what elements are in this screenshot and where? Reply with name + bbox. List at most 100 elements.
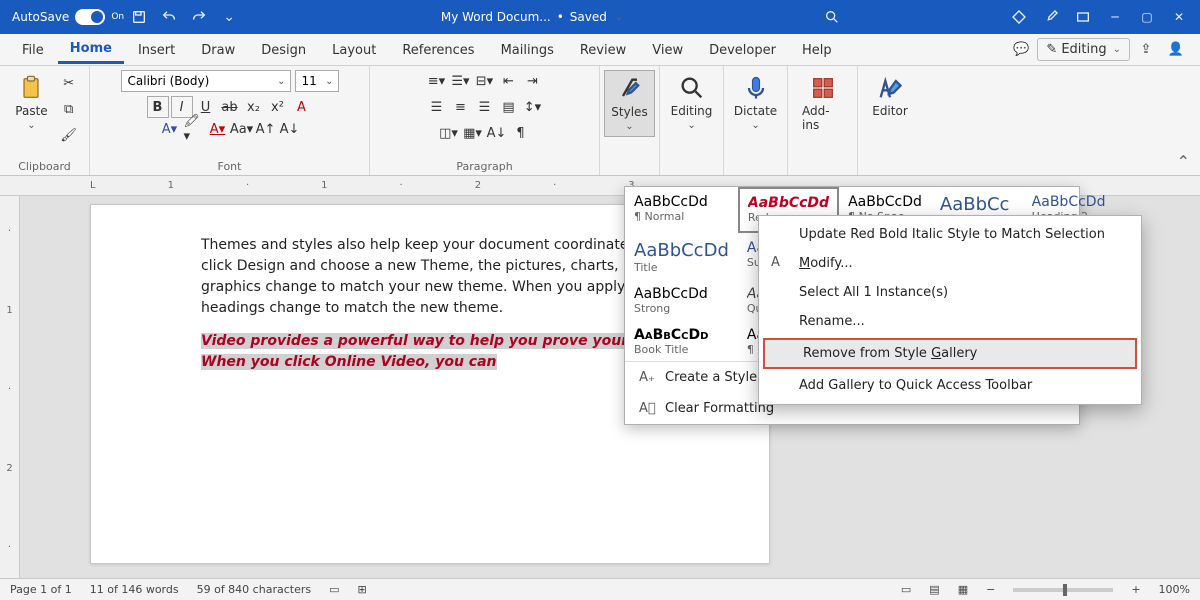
account-icon[interactable]: 👤 xyxy=(1162,38,1190,62)
undo-icon[interactable] xyxy=(154,2,184,32)
status-bar: Page 1 of 1 11 of 146 words 59 of 840 ch… xyxy=(0,578,1200,600)
highlight-button[interactable]: 🖍▾ xyxy=(183,118,205,140)
align-right-button[interactable]: ☰ xyxy=(474,96,496,118)
ribbon: Paste ✂ ⧉ 🖌 Clipboard Calibri (Body) 11 … xyxy=(0,66,1200,176)
collapse-ribbon-icon[interactable]: ⌃ xyxy=(1167,148,1200,175)
minimize-button[interactable]: ─ xyxy=(1100,2,1130,32)
addins-button[interactable]: Add-ins xyxy=(796,70,849,136)
cut-icon[interactable]: ✂ xyxy=(58,72,80,94)
search-icon[interactable] xyxy=(820,2,844,32)
tab-review[interactable]: Review xyxy=(568,37,638,63)
font-color2-button[interactable]: A▾ xyxy=(207,118,229,140)
status-words[interactable]: 11 of 146 words xyxy=(90,583,179,596)
format-painter-icon[interactable]: 🖌 xyxy=(58,124,80,146)
group-paragraph: ≡▾ ☰▾ ⊟▾ ⇤ ⇥ ☰ ≡ ☰ ▤ ↕▾ ◫▾ ▦▾ A↓ ¶ Parag… xyxy=(370,66,600,175)
zoom-level[interactable]: 100% xyxy=(1159,583,1190,596)
change-case-button[interactable]: Aa▾ xyxy=(231,118,253,140)
tab-mailings[interactable]: Mailings xyxy=(489,37,566,63)
style-gallery-item[interactable]: AaBbCcDd¶ Normal xyxy=(625,187,738,233)
tab-design[interactable]: Design xyxy=(249,37,318,63)
style-context-menu[interactable]: Update Red Bold Italic Style to Match Se… xyxy=(758,215,1142,405)
style-gallery-item[interactable]: AaBbCcDdBook Title xyxy=(625,320,738,361)
shrink-font-button[interactable]: A↓ xyxy=(279,118,301,140)
styles-button[interactable]: Styles xyxy=(604,70,654,137)
line-spacing-button[interactable]: ↕▾ xyxy=(522,96,544,118)
font-color-button[interactable]: A▾ xyxy=(159,118,181,140)
status-chars[interactable]: 59 of 840 characters xyxy=(197,583,312,596)
comments-icon[interactable]: 💬 xyxy=(1007,38,1035,62)
diamond-icon[interactable] xyxy=(1004,2,1034,32)
editor-button[interactable]: Editor xyxy=(866,70,914,122)
brush-icon[interactable] xyxy=(1036,2,1066,32)
show-marks-button[interactable]: ¶ xyxy=(510,122,532,144)
group-editor: Editor xyxy=(858,66,922,175)
font-name-combo[interactable]: Calibri (Body) xyxy=(121,70,291,92)
qat-overflow-icon[interactable]: ⌄ xyxy=(214,2,244,32)
tab-references[interactable]: References xyxy=(390,37,486,63)
view-focus-icon[interactable]: ▭ xyxy=(901,583,911,596)
group-styles: Styles xyxy=(600,66,660,175)
tab-help[interactable]: Help xyxy=(790,37,844,63)
tab-file[interactable]: File xyxy=(10,37,56,63)
toggle-switch-icon[interactable] xyxy=(75,9,105,25)
bold-button[interactable]: B xyxy=(147,96,169,118)
align-center-button[interactable]: ≡ xyxy=(450,96,472,118)
align-left-button[interactable]: ☰ xyxy=(426,96,448,118)
decrease-indent-button[interactable]: ⇤ xyxy=(498,70,520,92)
style-gallery-item[interactable]: AaBbCcDdStrong xyxy=(625,279,738,320)
text-effects-icon[interactable]: A xyxy=(291,96,313,118)
editing-mode-button[interactable]: ✎ Editing ⌄ xyxy=(1037,38,1130,61)
document-title[interactable]: My Word Docum... • Saved ⌄ xyxy=(441,10,623,24)
font-size-combo[interactable]: 11 xyxy=(295,70,339,92)
zoom-out-button[interactable]: − xyxy=(986,583,995,596)
pencil-icon: ✎ xyxy=(1046,42,1057,57)
tab-insert[interactable]: Insert xyxy=(126,37,187,63)
borders-button[interactable]: ▦▾ xyxy=(462,122,484,144)
save-icon[interactable] xyxy=(124,2,154,32)
ribbon-tabs: File Home Insert Draw Design Layout Refe… xyxy=(0,34,1200,66)
increase-indent-button[interactable]: ⇥ xyxy=(522,70,544,92)
redo-icon[interactable] xyxy=(184,2,214,32)
close-button[interactable]: ✕ xyxy=(1164,2,1194,32)
menu-select-all[interactable]: Select All 1 Instance(s) xyxy=(759,278,1141,307)
subscript-button[interactable]: x₂ xyxy=(243,96,265,118)
menu-rename[interactable]: Rename... xyxy=(759,307,1141,336)
justify-button[interactable]: ▤ xyxy=(498,96,520,118)
multilevel-button[interactable]: ⊟▾ xyxy=(474,70,496,92)
bullets-button[interactable]: ≡▾ xyxy=(426,70,448,92)
tab-home[interactable]: Home xyxy=(58,35,124,64)
window-icon[interactable] xyxy=(1068,2,1098,32)
zoom-in-button[interactable]: + xyxy=(1131,583,1140,596)
maximize-button[interactable]: ▢ xyxy=(1132,2,1162,32)
copy-icon[interactable]: ⧉ xyxy=(58,98,80,120)
menu-update-style[interactable]: Update Red Bold Italic Style to Match Se… xyxy=(759,220,1141,249)
tab-draw[interactable]: Draw xyxy=(189,37,247,63)
menu-add-to-qat[interactable]: Add Gallery to Quick Access Toolbar xyxy=(759,371,1141,400)
menu-remove-from-gallery[interactable]: Remove from Style Gallery xyxy=(763,338,1137,369)
status-icon[interactable]: ▭ xyxy=(329,583,339,596)
tab-layout[interactable]: Layout xyxy=(320,37,388,63)
status-icon[interactable]: ⊞ xyxy=(358,583,367,596)
shading-button[interactable]: ◫▾ xyxy=(438,122,460,144)
menu-modify[interactable]: AModify... xyxy=(759,249,1141,278)
superscript-button[interactable]: x² xyxy=(267,96,289,118)
tab-developer[interactable]: Developer xyxy=(697,37,788,63)
strikethrough-button[interactable]: ab xyxy=(219,96,241,118)
group-editing: Editing xyxy=(660,66,724,175)
numbering-button[interactable]: ☰▾ xyxy=(450,70,472,92)
editing-button[interactable]: Editing xyxy=(665,70,719,135)
selected-text[interactable]: Video provides a powerful way to help yo… xyxy=(201,333,679,370)
zoom-slider[interactable] xyxy=(1013,588,1113,592)
vertical-ruler[interactable]: · 1 · 2 · 3 xyxy=(0,196,20,578)
grow-font-button[interactable]: A↑ xyxy=(255,118,277,140)
sort-button[interactable]: A↓ xyxy=(486,122,508,144)
tab-view[interactable]: View xyxy=(640,37,695,63)
share-icon[interactable]: ⇪ xyxy=(1132,38,1160,62)
dictate-button[interactable]: Dictate xyxy=(728,70,783,135)
status-page[interactable]: Page 1 of 1 xyxy=(10,583,72,596)
style-gallery-item[interactable]: AaBbCcDdTitle xyxy=(625,233,738,279)
view-print-icon[interactable]: ▤ xyxy=(929,583,939,596)
autosave-toggle[interactable]: AutoSave On xyxy=(12,9,124,25)
view-web-icon[interactable]: ▦ xyxy=(958,583,968,596)
paste-button[interactable]: Paste xyxy=(9,70,53,135)
